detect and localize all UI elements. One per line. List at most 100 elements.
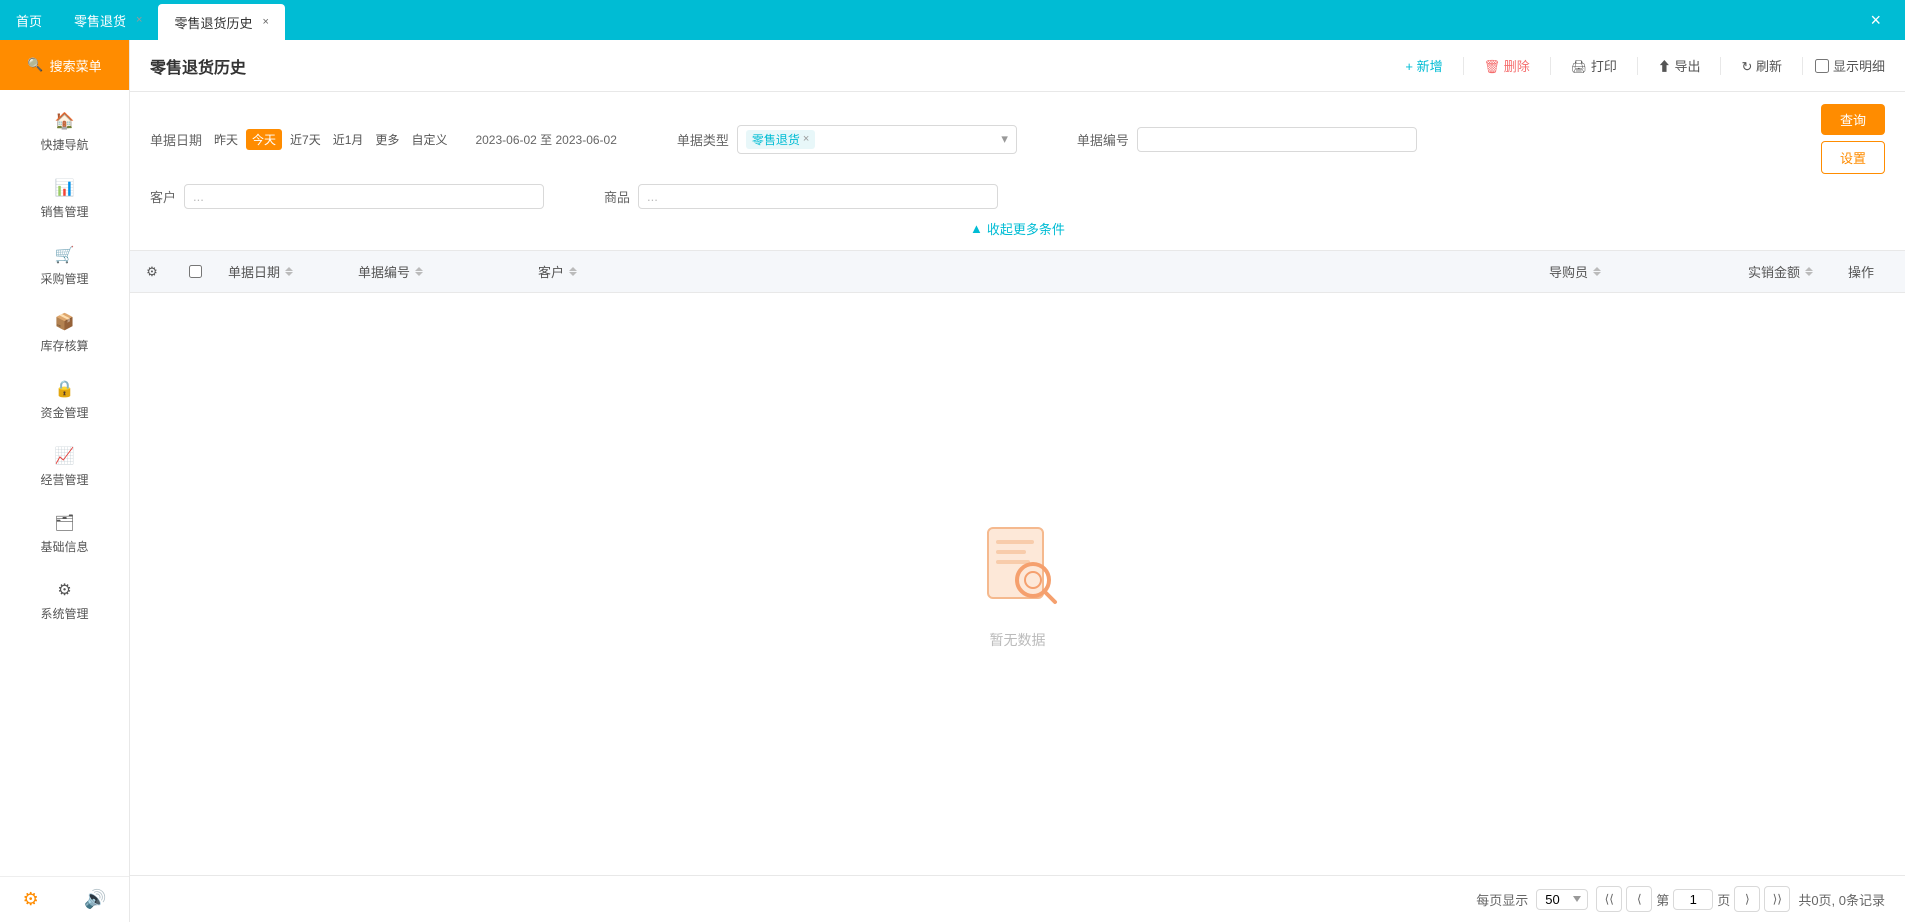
empty-icon — [968, 518, 1068, 618]
tab-retail-return-label: 零售退货 — [74, 11, 126, 30]
date-opt-custom[interactable]: 自定义 — [407, 129, 451, 150]
home-icon: 🏠 — [54, 110, 76, 132]
pagination: 每页显示 10 20 50 100 ⟨⟨ ⟨ 第 页 ⟩ ⟩⟩ 共0页, 0条记… — [130, 875, 1905, 922]
th-customer[interactable]: 客户 — [530, 262, 1541, 281]
tab-home[interactable]: 首页 — [0, 0, 58, 40]
print-button[interactable]: 🖨 打印 — [1563, 52, 1625, 79]
th-settings[interactable]: ⚙ — [134, 264, 170, 280]
filter-goods-input[interactable]: ... — [638, 184, 998, 209]
sidebar-item-inventory[interactable]: 📦 库存核算 — [0, 299, 129, 366]
inventory-icon: 📦 — [54, 311, 76, 333]
tab-retail-return-close[interactable]: × — [136, 14, 142, 26]
divider-1 — [1463, 57, 1464, 75]
basic-info-icon: 🗂 — [54, 512, 76, 534]
tab-retail-return[interactable]: 零售退货 × — [58, 0, 158, 40]
close-window-icon[interactable]: × — [1862, 10, 1889, 31]
sort-num-up-icon — [415, 267, 423, 271]
filter-type-select[interactable]: 零售退货 × ▾ — [737, 125, 1017, 154]
tab-list: 首页 零售退货 × 零售退货历史 × — [0, 0, 1862, 40]
sidebar-item-label-finance: 资金管理 — [40, 404, 88, 421]
sort-date-icon — [285, 267, 293, 276]
refresh-button[interactable]: ↻ 刷新 — [1733, 52, 1790, 79]
add-button[interactable]: + 新增 — [1397, 52, 1450, 79]
sidebar-item-quick-nav[interactable]: 🏠 快捷导航 — [0, 98, 129, 165]
divider-5 — [1802, 57, 1803, 75]
filter-type-tag: 零售退货 × — [746, 130, 815, 149]
date-opt-1month[interactable]: 近1月 — [329, 129, 368, 150]
sidebar-footer: ⚙ 🔊 — [0, 876, 129, 922]
date-opt-7days[interactable]: 近7天 — [286, 129, 325, 150]
collapse-label: 收起更多条件 — [987, 219, 1065, 238]
filter-goods-label: 商品 — [604, 187, 630, 206]
first-page-button[interactable]: ⟨⟨ — [1596, 886, 1622, 912]
sort-num-down-icon — [415, 272, 423, 276]
sidebar: 🔍 搜索菜单 🏠 快捷导航 📊 销售管理 🛒 采购管理 📦 库存核算 🔒 — [0, 40, 130, 922]
sidebar-item-finance[interactable]: 🔒 资金管理 — [0, 366, 129, 433]
show-detail-checkbox[interactable] — [1815, 59, 1829, 73]
tab-retail-return-history[interactable]: 零售退货历史 × — [158, 4, 284, 40]
delete-button[interactable]: 🗑 删除 — [1476, 52, 1538, 79]
filter-goods: 商品 ... — [604, 184, 998, 209]
th-checkbox[interactable] — [170, 265, 220, 278]
sidebar-item-sales-mgmt[interactable]: 📊 销售管理 — [0, 165, 129, 232]
date-opt-more[interactable]: 更多 — [371, 129, 403, 150]
th-ops: 操作 — [1821, 262, 1901, 281]
sidebar-search[interactable]: 🔍 搜索菜单 — [0, 40, 129, 90]
collapse-button[interactable]: ▲ 收起更多条件 — [970, 219, 1065, 238]
empty-text: 暂无数据 — [990, 630, 1046, 650]
query-settings-col: 查询 设置 — [1821, 104, 1885, 174]
search-icon: 🔍 — [27, 57, 43, 73]
th-customer-label: 客户 — [538, 262, 564, 281]
settings-button[interactable]: 设置 — [1821, 141, 1885, 174]
sidebar-item-operations[interactable]: 📈 经营管理 — [0, 433, 129, 500]
select-all-checkbox[interactable] — [189, 265, 202, 278]
filter-area: 单据日期 昨天 今天 近7天 近1月 更多 自定义 2023-06-02 至 2… — [130, 92, 1905, 251]
filter-row-1: 单据日期 昨天 今天 近7天 近1月 更多 自定义 2023-06-02 至 2… — [150, 104, 1885, 174]
th-amount[interactable]: 实销金额 — [1691, 262, 1821, 281]
table-header: ⚙ 单据日期 单据编号 — [130, 251, 1905, 293]
doc-num-input[interactable] — [1137, 127, 1417, 152]
page-prefix: 第 — [1656, 890, 1669, 909]
filter-customer-input[interactable]: ... — [184, 184, 544, 209]
filter-row-2: 客户 ... 商品 ... — [150, 184, 1885, 209]
sidebar-item-purchase-mgmt[interactable]: 🛒 采购管理 — [0, 232, 129, 299]
page-header: 零售退货历史 + 新增 🗑 删除 🖨 打印 ⬆ 导出 ↻ 刷新 显示明细 — [130, 40, 1905, 92]
sidebar-item-label-sys-mgmt: 系统管理 — [40, 605, 88, 622]
th-num-label: 单据编号 — [358, 262, 410, 281]
settings-col-icon: ⚙ — [146, 264, 158, 280]
settings-footer-icon[interactable]: ⚙ — [23, 889, 39, 910]
page-title: 零售退货历史 — [150, 54, 246, 78]
filter-customer-label: 客户 — [150, 187, 176, 206]
th-num[interactable]: 单据编号 — [350, 262, 530, 281]
query-button[interactable]: 查询 — [1821, 104, 1885, 135]
sound-footer-icon[interactable]: 🔊 — [84, 889, 106, 910]
sidebar-search-label: 搜索菜单 — [50, 56, 102, 75]
total-info: 共0页, 0条记录 — [1798, 890, 1885, 909]
top-bar-right: × — [1862, 10, 1905, 31]
sort-guide-down-icon — [1593, 272, 1601, 276]
next-page-button[interactable]: ⟩ — [1734, 886, 1760, 912]
th-date[interactable]: 单据日期 — [220, 262, 350, 281]
page-nav: ⟨⟨ ⟨ 第 页 ⟩ ⟩⟩ — [1596, 886, 1790, 912]
date-opt-yesterday[interactable]: 昨天 — [210, 129, 242, 150]
divider-2 — [1550, 57, 1551, 75]
sort-guide-up-icon — [1593, 267, 1601, 271]
sidebar-nav: 🏠 快捷导航 📊 销售管理 🛒 采购管理 📦 库存核算 🔒 资金管理 📈 — [0, 90, 129, 876]
sidebar-item-sys-mgmt[interactable]: ⚙ 系统管理 — [0, 567, 129, 634]
last-page-button[interactable]: ⟩⟩ — [1764, 886, 1790, 912]
sidebar-item-basic-info[interactable]: 🗂 基础信息 — [0, 500, 129, 567]
sort-amt-up-icon — [1805, 267, 1813, 271]
date-opt-today[interactable]: 今天 — [246, 129, 282, 150]
page-number-input[interactable] — [1673, 889, 1713, 910]
th-guide[interactable]: 导购员 — [1541, 262, 1691, 281]
filter-type-tag-clear[interactable]: × — [803, 133, 809, 145]
date-range-value: 2023-06-02 至 2023-06-02 — [475, 131, 616, 148]
sort-customer-icon — [569, 267, 577, 276]
tab-retail-return-history-close[interactable]: × — [262, 16, 268, 28]
tab-home-label: 首页 — [16, 11, 42, 30]
filter-date-range: 2023-06-02 至 2023-06-02 — [471, 131, 616, 148]
export-button[interactable]: ⬆ 导出 — [1650, 52, 1709, 79]
page-size-select[interactable]: 10 20 50 100 — [1536, 889, 1588, 910]
prev-page-button[interactable]: ⟨ — [1626, 886, 1652, 912]
show-detail-wrap[interactable]: 显示明细 — [1815, 56, 1885, 75]
